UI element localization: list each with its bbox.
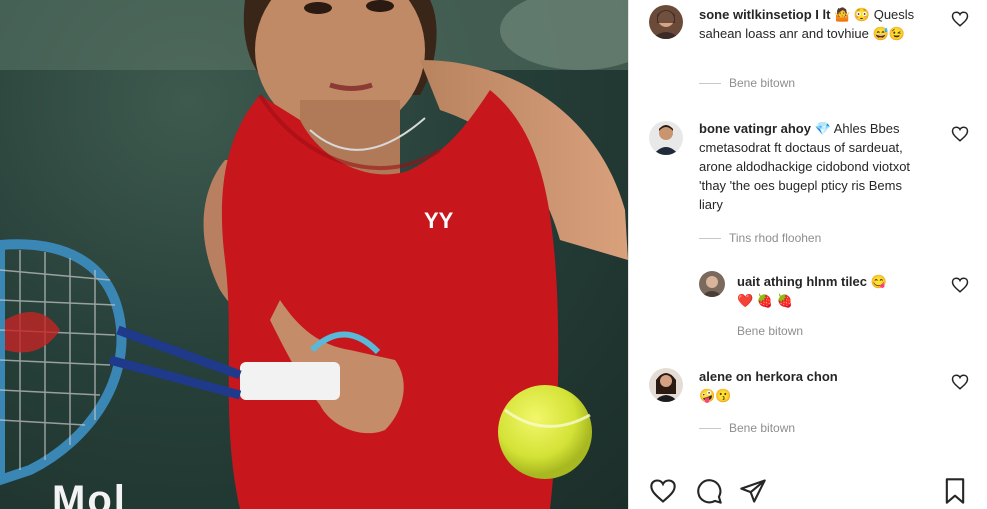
comment-username[interactable]: sone witlkinsetiop I lt bbox=[699, 7, 830, 22]
watermark-text: Mol bbox=[52, 478, 127, 509]
view-replies-link[interactable]: Bene bitown bbox=[729, 76, 795, 90]
comment-text: alene on herkora chon 🤪😗 bbox=[699, 367, 929, 405]
comment-icon[interactable] bbox=[695, 477, 723, 505]
comment-username[interactable]: alene on herkora chon bbox=[699, 369, 838, 384]
reply-link[interactable]: Bene bitown bbox=[737, 324, 803, 338]
comment-text: bone vatingr ahoy 💎 Ahles Bbes cmetasodr… bbox=[699, 119, 929, 214]
view-replies-link[interactable]: Bene bitown bbox=[729, 421, 795, 435]
comments-panel: sone witlkinsetiop I lt 🤷 😳 Quesls sahea… bbox=[628, 0, 987, 509]
avatar[interactable] bbox=[649, 5, 683, 39]
comment-meta: Bene bitown bbox=[699, 421, 795, 435]
comment-item: bone vatingr ahoy 💎 Ahles Bbes cmetasodr… bbox=[629, 115, 987, 255]
comment-username[interactable]: bone vatingr ahoy bbox=[699, 121, 811, 136]
comment-text: uait athing hlnm tilec 😋 ❤️ 🍓 🍓 bbox=[737, 272, 937, 310]
post-action-bar bbox=[629, 469, 987, 509]
heart-icon[interactable] bbox=[951, 276, 969, 294]
comment-meta: Tins rhod floohen bbox=[699, 231, 821, 245]
tennis-ball bbox=[498, 385, 592, 479]
avatar[interactable] bbox=[649, 368, 683, 402]
avatar[interactable] bbox=[699, 271, 725, 297]
heart-icon[interactable] bbox=[951, 10, 969, 28]
comment-reply: uait athing hlnm tilec 😋 ❤️ 🍓 🍓 Bene bit… bbox=[629, 268, 987, 348]
comment-item: sone witlkinsetiop I lt 🤷 😳 Quesls sahea… bbox=[629, 0, 987, 100]
comment-body: 🤪😗 bbox=[699, 388, 732, 403]
comment-meta: Bene bitown bbox=[737, 324, 803, 338]
comment-username[interactable]: uait athing hlnm tilec bbox=[737, 274, 867, 289]
comment-body: ❤️ 🍓 🍓 bbox=[737, 293, 793, 308]
avatar[interactable] bbox=[649, 121, 683, 155]
comment-item: alene on herkora chon 🤪😗 Bene bitown bbox=[629, 365, 987, 445]
bookmark-icon[interactable] bbox=[941, 477, 969, 505]
view-replies-link[interactable]: Tins rhod floohen bbox=[729, 231, 821, 245]
brand-logo: YY bbox=[424, 208, 454, 233]
comment-text: sone witlkinsetiop I lt 🤷 😳 Quesls sahea… bbox=[699, 5, 949, 43]
comment-emoji: 😋 bbox=[870, 274, 887, 289]
heart-icon[interactable] bbox=[649, 477, 677, 505]
heart-icon[interactable] bbox=[951, 373, 969, 391]
heart-icon[interactable] bbox=[951, 125, 969, 143]
comment-emoji: 💎 bbox=[814, 121, 831, 136]
share-icon[interactable] bbox=[739, 477, 767, 505]
comment-meta: Bene bitown bbox=[699, 76, 795, 90]
comment-emoji: 🤷 😳 bbox=[834, 7, 871, 22]
post-photo[interactable]: YY Mol bbox=[0, 0, 628, 509]
tennis-player-image: YY bbox=[0, 0, 628, 509]
